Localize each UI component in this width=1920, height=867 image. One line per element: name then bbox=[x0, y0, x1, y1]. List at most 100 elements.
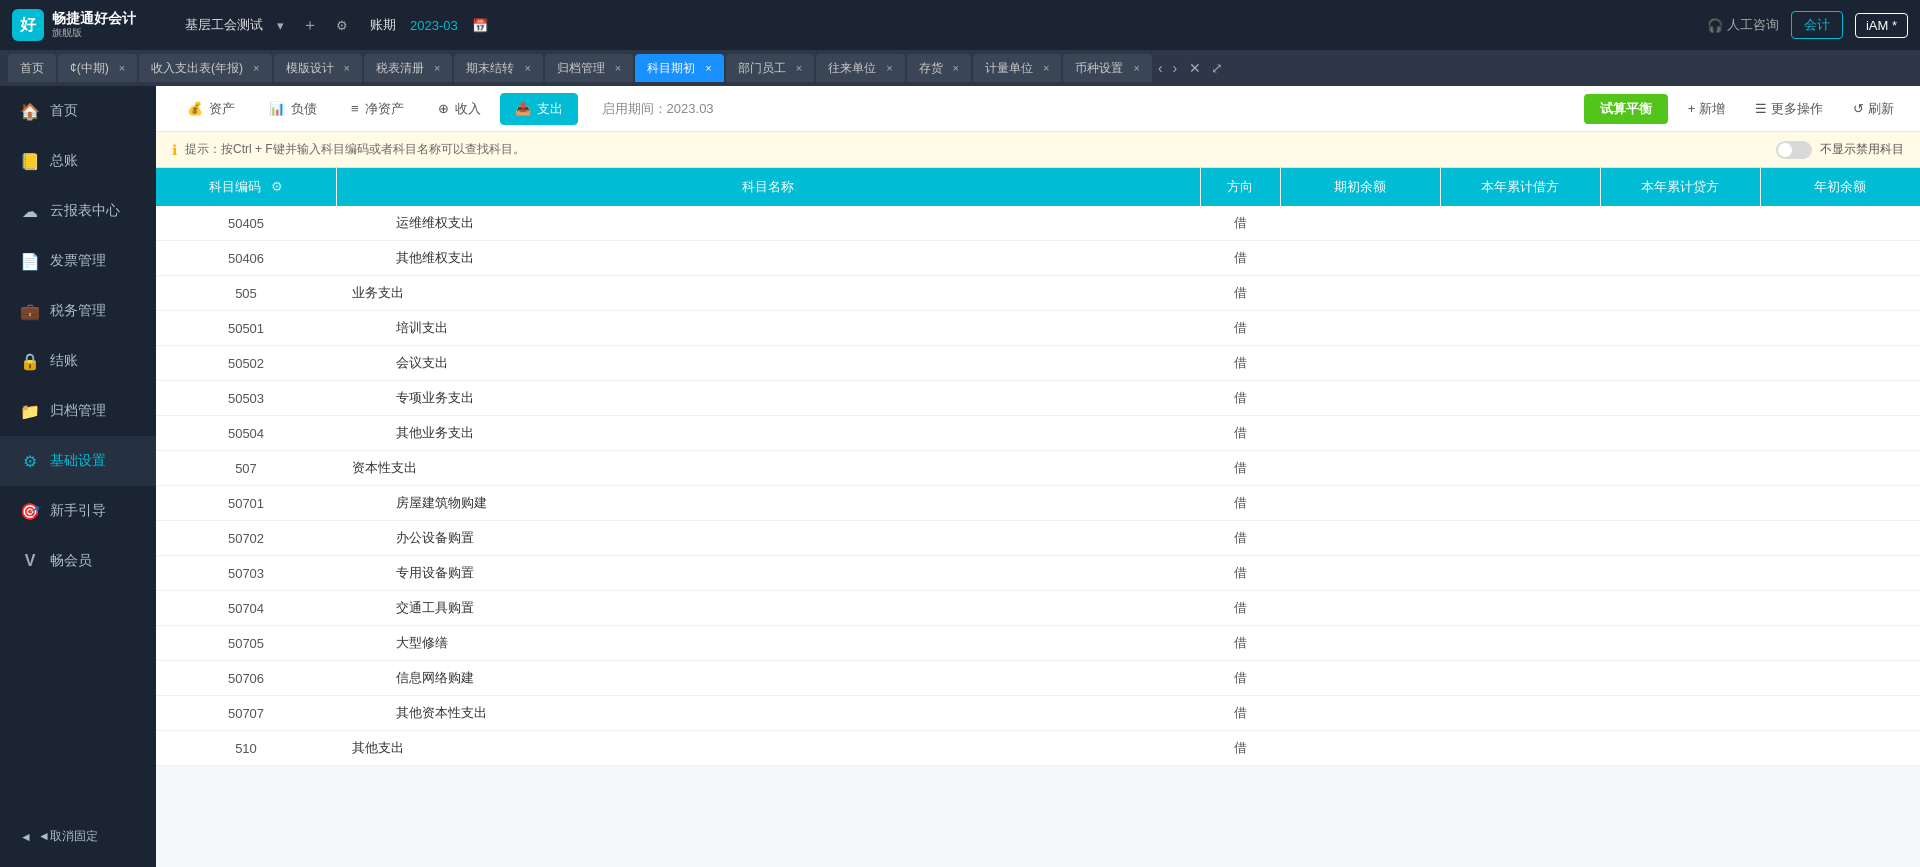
tab-archive-label: 归档管理 bbox=[557, 60, 605, 77]
tab-contacts[interactable]: 往来单位 × bbox=[816, 54, 904, 82]
sidebar-item-archive[interactable]: 📁 归档管理 bbox=[0, 386, 156, 436]
cat-tab-liability-label: 负债 bbox=[291, 100, 317, 118]
table-row[interactable]: 50503专项业务支出借 bbox=[156, 381, 1920, 416]
balance-button[interactable]: 试算平衡 bbox=[1584, 94, 1668, 124]
cell-ytd-debit bbox=[1440, 591, 1600, 626]
add-tab-button[interactable]: ＋ bbox=[302, 15, 318, 36]
table-row[interactable]: 50502会议支出借 bbox=[156, 346, 1920, 381]
table-row[interactable]: 505业务支出借 bbox=[156, 276, 1920, 311]
tab-currency-close[interactable]: × bbox=[1133, 62, 1139, 74]
cell-code: 505 bbox=[156, 276, 336, 311]
cell-name: 会议支出 bbox=[336, 346, 1200, 381]
hint-text: 提示：按Ctrl + F键并输入科目编码或者科目名称可以查找科目。 bbox=[185, 141, 525, 158]
tab-archive-close[interactable]: × bbox=[615, 62, 621, 74]
tab-period-end-close[interactable]: × bbox=[524, 62, 530, 74]
liability-icon: 📊 bbox=[269, 101, 285, 116]
table-row[interactable]: 50704交通工具购置借 bbox=[156, 591, 1920, 626]
tab-mid-period[interactable]: ¢(中期) × bbox=[58, 54, 137, 82]
expense-icon: 📤 bbox=[515, 101, 531, 116]
guide-icon: 🎯 bbox=[20, 501, 40, 521]
tab-inventory-label: 存货 bbox=[919, 60, 943, 77]
tab-dept[interactable]: 部门员工 × bbox=[726, 54, 814, 82]
cat-tab-asset[interactable]: 💰 资产 bbox=[172, 93, 250, 125]
table-row[interactable]: 50706信息网络购建借 bbox=[156, 661, 1920, 696]
sidebar-item-guide[interactable]: 🎯 新手引导 bbox=[0, 486, 156, 536]
logo-area: 好 畅捷通好会计 旗舰版 bbox=[12, 9, 167, 41]
cat-tab-expense[interactable]: 📤 支出 bbox=[500, 93, 578, 125]
tab-template-close[interactable]: × bbox=[344, 62, 350, 74]
table-row[interactable]: 50707其他资本性支出借 bbox=[156, 696, 1920, 731]
sidebar-item-general-ledger[interactable]: 📒 总账 bbox=[0, 136, 156, 186]
table-row[interactable]: 50406其他维权支出借 bbox=[156, 241, 1920, 276]
kuaiji-button[interactable]: 会计 bbox=[1791, 11, 1843, 39]
cell-ytd-debit bbox=[1440, 416, 1600, 451]
cloud-icon: ☁ bbox=[20, 201, 40, 221]
sidebar-item-tax[interactable]: 💼 税务管理 bbox=[0, 286, 156, 336]
tab-subject-init[interactable]: 科目期初 × bbox=[635, 54, 723, 82]
service-button[interactable]: 🎧 人工咨询 bbox=[1707, 16, 1779, 34]
tab-close-all-button[interactable]: ✕ bbox=[1185, 60, 1205, 76]
tab-home-label: 首页 bbox=[20, 60, 44, 77]
tab-inventory[interactable]: 存货 × bbox=[907, 54, 971, 82]
tab-tax-list-close[interactable]: × bbox=[434, 62, 440, 74]
sidebar-item-cloud-reports[interactable]: ☁ 云报表中心 bbox=[0, 186, 156, 236]
table-row[interactable]: 50701房屋建筑物购建借 bbox=[156, 486, 1920, 521]
cell-ytd-debit bbox=[1440, 311, 1600, 346]
settings-icon[interactable]: ⚙ bbox=[336, 18, 348, 33]
cat-tab-income[interactable]: ⊕ 收入 bbox=[423, 93, 496, 125]
tab-mid-period-close[interactable]: × bbox=[119, 62, 125, 74]
company-dropdown-icon[interactable]: ▾ bbox=[277, 18, 284, 33]
tab-expand-button[interactable]: ⤢ bbox=[1207, 60, 1227, 76]
tab-next-arrow[interactable]: › bbox=[1169, 60, 1182, 76]
header-dir: 方向 bbox=[1200, 168, 1280, 206]
refresh-button[interactable]: ↺ 刷新 bbox=[1843, 94, 1904, 124]
column-settings-icon[interactable]: ⚙ bbox=[271, 179, 283, 194]
tab-archive[interactable]: 归档管理 × bbox=[545, 54, 633, 82]
tab-unit[interactable]: 计量单位 × bbox=[973, 54, 1061, 82]
tab-currency-label: 币种设置 bbox=[1075, 60, 1123, 77]
sidebar-item-invoice[interactable]: 📄 发票管理 bbox=[0, 236, 156, 286]
sidebar-item-member[interactable]: V 畅会员 bbox=[0, 536, 156, 586]
calendar-icon[interactable]: 📅 bbox=[472, 18, 488, 33]
table-row[interactable]: 50501培训支出借 bbox=[156, 311, 1920, 346]
cell-code: 50705 bbox=[156, 626, 336, 661]
table-wrapper[interactable]: 科目编码 ⚙ 科目名称 方向 期初余额 本年累计借方 本年累计贷方 年初余额 5… bbox=[156, 168, 1920, 867]
cell-ytd-debit bbox=[1440, 556, 1600, 591]
tab-template[interactable]: 模版设计 × bbox=[274, 54, 362, 82]
tab-unit-close[interactable]: × bbox=[1043, 62, 1049, 74]
tab-annual-report[interactable]: 收入支出表(年报) × bbox=[139, 54, 271, 82]
tab-contacts-close[interactable]: × bbox=[886, 62, 892, 74]
tab-home[interactable]: 首页 bbox=[8, 54, 56, 82]
table-row[interactable]: 50504其他业务支出借 bbox=[156, 416, 1920, 451]
table-row[interactable]: 50703专用设备购置借 bbox=[156, 556, 1920, 591]
table-row[interactable]: 50405运维维权支出借 bbox=[156, 206, 1920, 241]
cat-tab-net-asset[interactable]: ≡ 净资产 bbox=[336, 93, 419, 125]
cell-year-start bbox=[1760, 416, 1920, 451]
tab-tax-list[interactable]: 税表清册 × bbox=[364, 54, 452, 82]
table-row[interactable]: 50702办公设备购置借 bbox=[156, 521, 1920, 556]
more-button[interactable]: ☰ 更多操作 bbox=[1745, 94, 1833, 124]
tab-currency[interactable]: 币种设置 × bbox=[1063, 54, 1151, 82]
table-row[interactable]: 507资本性支出借 bbox=[156, 451, 1920, 486]
cell-ytd-debit bbox=[1440, 241, 1600, 276]
tab-dept-close[interactable]: × bbox=[796, 62, 802, 74]
cat-tab-liability[interactable]: 📊 负债 bbox=[254, 93, 332, 125]
add-button[interactable]: + 新增 bbox=[1678, 94, 1735, 124]
cell-opening bbox=[1280, 206, 1440, 241]
cell-year-start bbox=[1760, 451, 1920, 486]
tab-prev-arrow[interactable]: ‹ bbox=[1154, 60, 1167, 76]
table-row[interactable]: 50705大型修缮借 bbox=[156, 626, 1920, 661]
sidebar-item-home[interactable]: 🏠 首页 bbox=[0, 86, 156, 136]
tab-period-end[interactable]: 期末结转 × bbox=[454, 54, 542, 82]
tab-subject-init-close[interactable]: × bbox=[705, 62, 711, 74]
table-row[interactable]: 510其他支出借 bbox=[156, 731, 1920, 766]
tab-annual-report-close[interactable]: × bbox=[253, 62, 259, 74]
tab-inventory-close[interactable]: × bbox=[953, 62, 959, 74]
iam-button[interactable]: iAM * bbox=[1855, 13, 1908, 38]
sidebar-item-closing[interactable]: 🔒 结账 bbox=[0, 336, 156, 386]
disabled-toggle[interactable] bbox=[1776, 141, 1812, 159]
top-right-area: 🎧 人工咨询 会计 iAM * bbox=[1707, 11, 1908, 39]
sidebar-collapse-button[interactable]: ◄ ◄取消固定 bbox=[0, 818, 156, 855]
sidebar-item-settings[interactable]: ⚙ 基础设置 bbox=[0, 436, 156, 486]
cell-opening bbox=[1280, 241, 1440, 276]
